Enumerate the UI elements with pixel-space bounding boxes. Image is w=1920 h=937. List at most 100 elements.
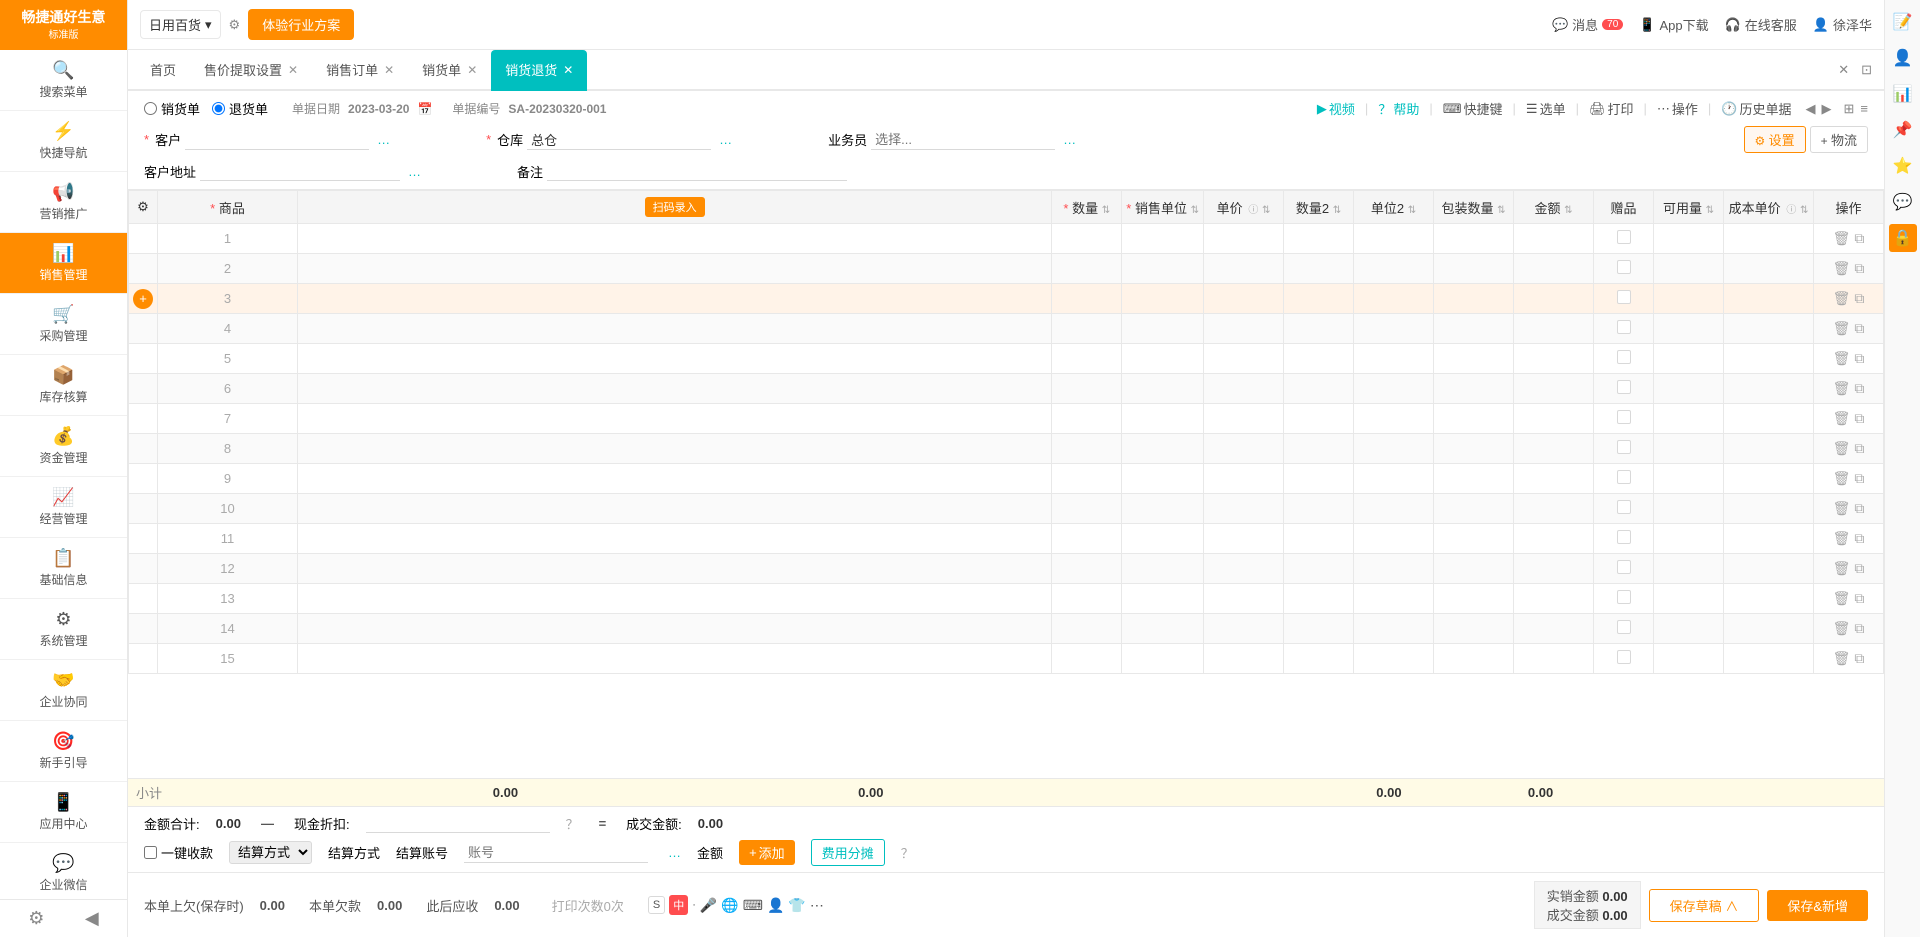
- tab-close-icon[interactable]: ✕: [288, 63, 298, 77]
- product-cell[interactable]: [298, 434, 1052, 464]
- price-cell[interactable]: [1204, 254, 1284, 284]
- product-cell[interactable]: [298, 254, 1052, 284]
- delete-row-btn[interactable]: 🗑: [1833, 230, 1851, 247]
- copy-row-btn[interactable]: ⧉: [1854, 470, 1864, 487]
- tab-close-icon[interactable]: ✕: [384, 63, 394, 77]
- qty2-sort-icon[interactable]: ⇅: [1333, 205, 1341, 216]
- gift-cell[interactable]: [1594, 404, 1654, 434]
- history-btn[interactable]: 🕐 历史单据: [1721, 99, 1791, 118]
- unit-cell[interactable]: [1122, 314, 1204, 344]
- sidebar-item-search[interactable]: 🔍 搜索菜单: [0, 50, 127, 111]
- delete-row-btn[interactable]: 🗑: [1833, 590, 1851, 607]
- gift-checkbox[interactable]: [1617, 620, 1631, 634]
- account-input[interactable]: [464, 843, 648, 863]
- product-cell[interactable]: [298, 374, 1052, 404]
- sidebar-item-purchase[interactable]: 🛒 采购管理: [0, 294, 127, 355]
- settings-icon[interactable]: ⚙: [28, 908, 44, 929]
- unit-cell[interactable]: [1122, 404, 1204, 434]
- product-cell[interactable]: [298, 524, 1052, 554]
- qty-cell[interactable]: [1052, 404, 1122, 434]
- unit-cell[interactable]: [1122, 464, 1204, 494]
- gift-cell[interactable]: [1594, 434, 1654, 464]
- gift-cell[interactable]: [1594, 554, 1654, 584]
- delete-row-btn[interactable]: 🗑: [1833, 380, 1851, 397]
- available-cell[interactable]: [1654, 404, 1724, 434]
- gift-cell[interactable]: [1594, 644, 1654, 674]
- amount-cell[interactable]: [1514, 284, 1594, 314]
- price-cell[interactable]: [1204, 314, 1284, 344]
- unit2-cell[interactable]: [1354, 464, 1434, 494]
- qty-cell[interactable]: [1052, 314, 1122, 344]
- unit2-cell[interactable]: [1354, 284, 1434, 314]
- delete-row-btn[interactable]: 🗑: [1833, 530, 1851, 547]
- delete-row-btn[interactable]: 🗑: [1833, 290, 1851, 307]
- unit2-sort-icon[interactable]: ⇅: [1408, 205, 1416, 216]
- save-draft-btn[interactable]: 保存草稿 ∧: [1649, 889, 1760, 922]
- qty2-cell[interactable]: [1284, 494, 1354, 524]
- product-cell[interactable]: [298, 554, 1052, 584]
- payment-checkbox[interactable]: [144, 846, 157, 859]
- pkg-cell[interactable]: [1434, 554, 1514, 584]
- available-cell[interactable]: [1654, 314, 1724, 344]
- cost-cell[interactable]: [1724, 494, 1814, 524]
- gift-checkbox[interactable]: [1617, 320, 1631, 334]
- available-cell[interactable]: [1654, 224, 1724, 254]
- unit-cell[interactable]: [1122, 434, 1204, 464]
- gift-cell[interactable]: [1594, 314, 1654, 344]
- unit2-cell[interactable]: [1354, 494, 1434, 524]
- qty2-cell[interactable]: [1284, 644, 1354, 674]
- copy-row-btn[interactable]: ⧉: [1854, 500, 1864, 517]
- qty-cell[interactable]: [1052, 224, 1122, 254]
- qty2-cell[interactable]: [1284, 314, 1354, 344]
- unit2-cell[interactable]: [1354, 434, 1434, 464]
- delete-row-btn[interactable]: 🗑: [1833, 620, 1851, 637]
- gift-checkbox[interactable]: [1617, 440, 1631, 454]
- warehouse-more-btn[interactable]: …: [719, 132, 732, 147]
- pkg-cell[interactable]: [1434, 404, 1514, 434]
- message-btn[interactable]: 💬 消息 70: [1552, 15, 1623, 34]
- gift-cell[interactable]: [1594, 284, 1654, 314]
- sidebar-item-appstore[interactable]: 📱 应用中心: [0, 782, 127, 843]
- address-input[interactable]: [200, 161, 400, 181]
- product-cell[interactable]: [298, 314, 1052, 344]
- unit2-cell[interactable]: [1354, 524, 1434, 554]
- qty2-cell[interactable]: [1284, 524, 1354, 554]
- copy-row-btn[interactable]: ⧉: [1854, 650, 1864, 667]
- rs-lock-icon[interactable]: 🔒: [1889, 224, 1917, 252]
- price-cell[interactable]: [1204, 494, 1284, 524]
- product-cell[interactable]: [298, 584, 1052, 614]
- online-service-btn[interactable]: 🎧 在线客服: [1725, 15, 1797, 34]
- available-cell[interactable]: [1654, 464, 1724, 494]
- gift-checkbox[interactable]: [1617, 470, 1631, 484]
- delete-row-btn[interactable]: 🗑: [1833, 560, 1851, 577]
- qty-sort-icon[interactable]: ⇅: [1102, 205, 1110, 216]
- gift-cell[interactable]: [1594, 614, 1654, 644]
- discount-input[interactable]: [366, 813, 550, 833]
- help-q-icon[interactable]: ？: [566, 814, 579, 833]
- unit-cell[interactable]: [1122, 554, 1204, 584]
- pkg-sort-icon[interactable]: ⇅: [1497, 205, 1505, 216]
- unit2-cell[interactable]: [1354, 584, 1434, 614]
- qty2-cell[interactable]: [1284, 254, 1354, 284]
- customer-more-btn[interactable]: …: [377, 132, 390, 147]
- pkg-cell[interactable]: [1434, 224, 1514, 254]
- amount-cell[interactable]: [1514, 374, 1594, 404]
- list-view-btn[interactable]: ≡: [1860, 101, 1868, 116]
- add-row-btn[interactable]: +: [133, 289, 153, 309]
- delete-row-btn[interactable]: 🗑: [1833, 650, 1851, 667]
- qty-cell[interactable]: [1052, 284, 1122, 314]
- amount-cell[interactable]: [1514, 644, 1594, 674]
- unit2-cell[interactable]: [1354, 374, 1434, 404]
- sidebar-item-wechat[interactable]: 💬 企业微信: [0, 843, 127, 899]
- price-cell[interactable]: [1204, 224, 1284, 254]
- pkg-cell[interactable]: [1434, 494, 1514, 524]
- cost-cell[interactable]: [1724, 464, 1814, 494]
- qty2-cell[interactable]: [1284, 284, 1354, 314]
- cost-info-icon[interactable]: ⓘ: [1786, 205, 1796, 216]
- tab-sales-order[interactable]: 销售订单 ✕: [312, 50, 408, 91]
- video-btn[interactable]: ▶ 视频: [1317, 99, 1355, 118]
- maximize-icon[interactable]: ⊡: [1857, 58, 1876, 82]
- unit-cell[interactable]: [1122, 284, 1204, 314]
- remark-input[interactable]: [547, 161, 847, 181]
- copy-row-btn[interactable]: ⧉: [1854, 290, 1864, 307]
